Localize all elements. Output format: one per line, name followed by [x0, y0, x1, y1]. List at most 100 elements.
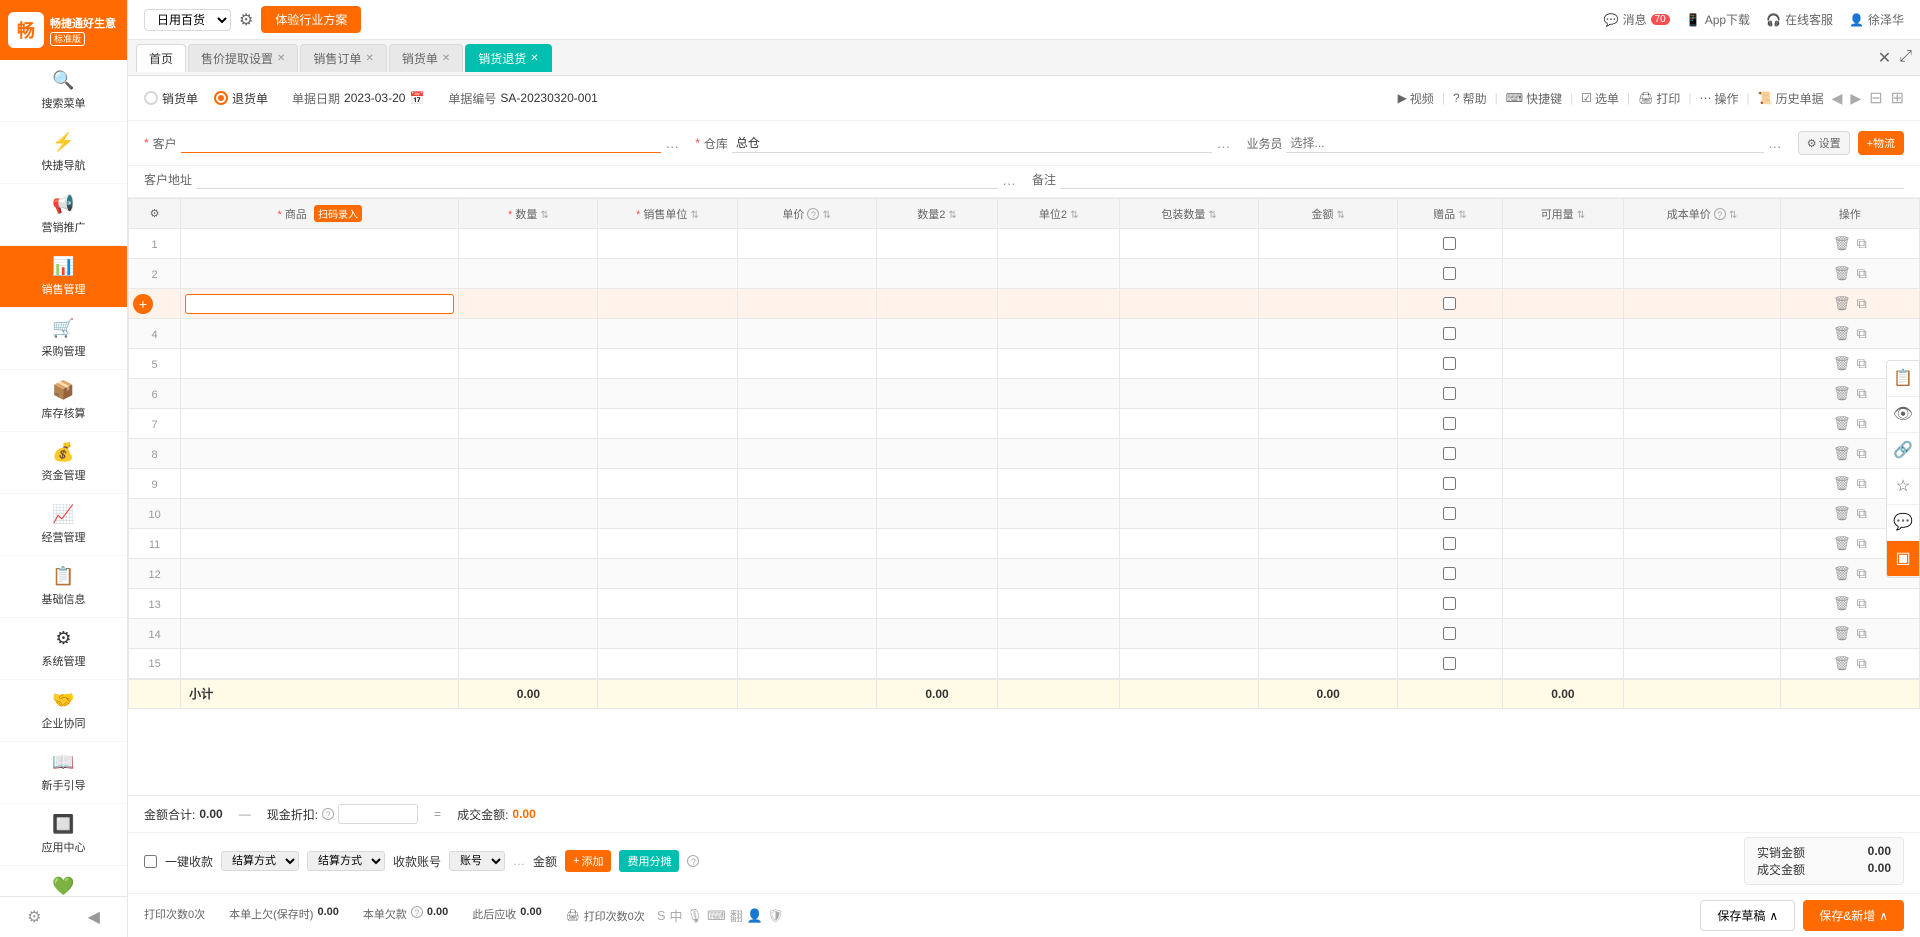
- gift-checkbox-5[interactable]: [1443, 357, 1456, 370]
- qty-cell-1[interactable]: [459, 229, 598, 259]
- user-profile-btn[interactable]: 👤 徐泽华: [1849, 11, 1904, 28]
- avail-cell-11[interactable]: [1502, 529, 1624, 559]
- delete-row-btn-15[interactable]: 🗑: [1833, 655, 1851, 672]
- price-cell-1[interactable]: [737, 229, 876, 259]
- product-input-2[interactable]: [185, 267, 454, 281]
- sidebar-item-enterprise[interactable]: 🤝企业协同: [0, 680, 127, 742]
- gift-checkbox-2[interactable]: [1443, 267, 1456, 280]
- amount-cell-2[interactable]: [1259, 259, 1398, 289]
- pack-cell-8[interactable]: [1120, 439, 1259, 469]
- price-cell-11[interactable]: [737, 529, 876, 559]
- unit2-cell-11[interactable]: [998, 529, 1120, 559]
- copy-row-btn-1[interactable]: ⧉: [1857, 235, 1867, 252]
- unit2-cell-14[interactable]: [998, 619, 1120, 649]
- avail-cell-5[interactable]: [1502, 349, 1624, 379]
- logistics-side-btn[interactable]: +物流: [1858, 131, 1904, 155]
- product-cell-11[interactable]: [181, 529, 459, 559]
- next-btn[interactable]: ▶: [1850, 90, 1861, 107]
- amount-cell-7[interactable]: [1259, 409, 1398, 439]
- pack-cell-14[interactable]: [1120, 619, 1259, 649]
- delete-row-btn-9[interactable]: 🗑: [1833, 475, 1851, 492]
- unit-cell-12[interactable]: [598, 559, 737, 589]
- sidebar-item-finance[interactable]: 💰资金管理: [0, 432, 127, 494]
- gift-checkbox-4[interactable]: [1443, 327, 1456, 340]
- qty2-cell-1[interactable]: [876, 229, 998, 259]
- unit-cell-15[interactable]: [598, 649, 737, 679]
- amount-cell-1[interactable]: [1259, 229, 1398, 259]
- price-cell-10[interactable]: [737, 499, 876, 529]
- unit2-cell-9[interactable]: [998, 469, 1120, 499]
- price-cell-3[interactable]: [737, 289, 876, 319]
- video-btn[interactable]: ▶ 视频: [1398, 90, 1434, 107]
- product-input-14[interactable]: [185, 627, 454, 641]
- avail-cell-8[interactable]: [1502, 439, 1624, 469]
- scan-input-btn[interactable]: 扫码录入: [314, 205, 362, 222]
- unit-cell-11[interactable]: [598, 529, 737, 559]
- qty2-cell-5[interactable]: [876, 349, 998, 379]
- delete-row-btn-12[interactable]: 🗑: [1833, 565, 1851, 582]
- qty-cell-9[interactable]: [459, 469, 598, 499]
- unit2-cell-10[interactable]: [998, 499, 1120, 529]
- copy-row-btn-3[interactable]: ⧉: [1857, 295, 1867, 312]
- help-btn[interactable]: ? 帮助: [1453, 90, 1487, 107]
- address-input[interactable]: [196, 170, 998, 189]
- unit-cell-2[interactable]: [598, 259, 737, 289]
- pack-cell-12[interactable]: [1120, 559, 1259, 589]
- grid-view-btn[interactable]: ⊟: [1869, 88, 1882, 108]
- gift-checkbox-13[interactable]: [1443, 597, 1456, 610]
- add-payment-btn[interactable]: + 添加: [565, 850, 611, 872]
- qty-cell-6[interactable]: [459, 379, 598, 409]
- right-chat-btn[interactable]: 💬: [1887, 505, 1919, 541]
- delete-row-btn-14[interactable]: 🗑: [1833, 625, 1851, 642]
- right-clipboard-btn[interactable]: 📋: [1887, 361, 1919, 397]
- pack-cell-6[interactable]: [1120, 379, 1259, 409]
- product-cell-6[interactable]: [181, 379, 459, 409]
- delete-row-btn-7[interactable]: 🗑: [1833, 415, 1851, 432]
- history-btn[interactable]: 📜 历史单据: [1758, 90, 1824, 107]
- cost-cell-8[interactable]: [1624, 439, 1780, 469]
- tab-price-setting[interactable]: 售价提取设置✕: [188, 44, 298, 72]
- pack-cell-9[interactable]: [1120, 469, 1259, 499]
- pack-cell-10[interactable]: [1120, 499, 1259, 529]
- expense-split-btn[interactable]: 费用分摊: [619, 850, 679, 872]
- tab-sales-return[interactable]: 销货退货✕: [465, 44, 551, 72]
- pack-cell-4[interactable]: [1120, 319, 1259, 349]
- gear-icon[interactable]: ⚙: [150, 208, 160, 220]
- settlement-select[interactable]: 结算方式: [221, 851, 299, 871]
- add-row-btn[interactable]: +: [133, 294, 153, 314]
- qty2-cell-10[interactable]: [876, 499, 998, 529]
- avail-cell-1[interactable]: [1502, 229, 1624, 259]
- sidebar-item-basic[interactable]: 📋基础信息: [0, 556, 127, 618]
- qty2-cell-12[interactable]: [876, 559, 998, 589]
- list-view-btn[interactable]: ⊞: [1891, 88, 1904, 108]
- price-cell-7[interactable]: [737, 409, 876, 439]
- unit2-cell-5[interactable]: [998, 349, 1120, 379]
- amount-cell-5[interactable]: [1259, 349, 1398, 379]
- price-cell-2[interactable]: [737, 259, 876, 289]
- delete-row-btn-4[interactable]: 🗑: [1833, 325, 1851, 342]
- save-new-btn[interactable]: 保存&新增 ∧: [1803, 900, 1904, 931]
- amount-cell-6[interactable]: [1259, 379, 1398, 409]
- pack-cell-11[interactable]: [1120, 529, 1259, 559]
- product-cell-10[interactable]: [181, 499, 459, 529]
- unit2-cell-3[interactable]: [998, 289, 1120, 319]
- copy-row-btn-14[interactable]: ⧉: [1857, 625, 1867, 642]
- price-cell-5[interactable]: [737, 349, 876, 379]
- cost-cell-10[interactable]: [1624, 499, 1780, 529]
- delete-row-btn-3[interactable]: 🗑: [1833, 295, 1851, 312]
- product-input-11[interactable]: [185, 537, 454, 551]
- pack-cell-13[interactable]: [1120, 589, 1259, 619]
- tab-close-sales-order[interactable]: ✕: [365, 53, 373, 64]
- tab-close-sales-return[interactable]: ✕: [530, 53, 538, 64]
- pack-cell-1[interactable]: [1120, 229, 1259, 259]
- sidebar-item-wechat[interactable]: 💚企业微信: [0, 866, 127, 896]
- settlement-method-select[interactable]: 结算方式: [307, 851, 385, 871]
- notes-input[interactable]: [1060, 170, 1904, 189]
- copy-row-btn-15[interactable]: ⧉: [1857, 655, 1867, 672]
- gift-checkbox-10[interactable]: [1443, 507, 1456, 520]
- product-input-6[interactable]: [185, 387, 454, 401]
- sidebar-collapse-btn[interactable]: ◀: [88, 907, 100, 927]
- salesperson-dots-btn[interactable]: …: [1768, 135, 1782, 151]
- qty2-cell-15[interactable]: [876, 649, 998, 679]
- product-cell-9[interactable]: [181, 469, 459, 499]
